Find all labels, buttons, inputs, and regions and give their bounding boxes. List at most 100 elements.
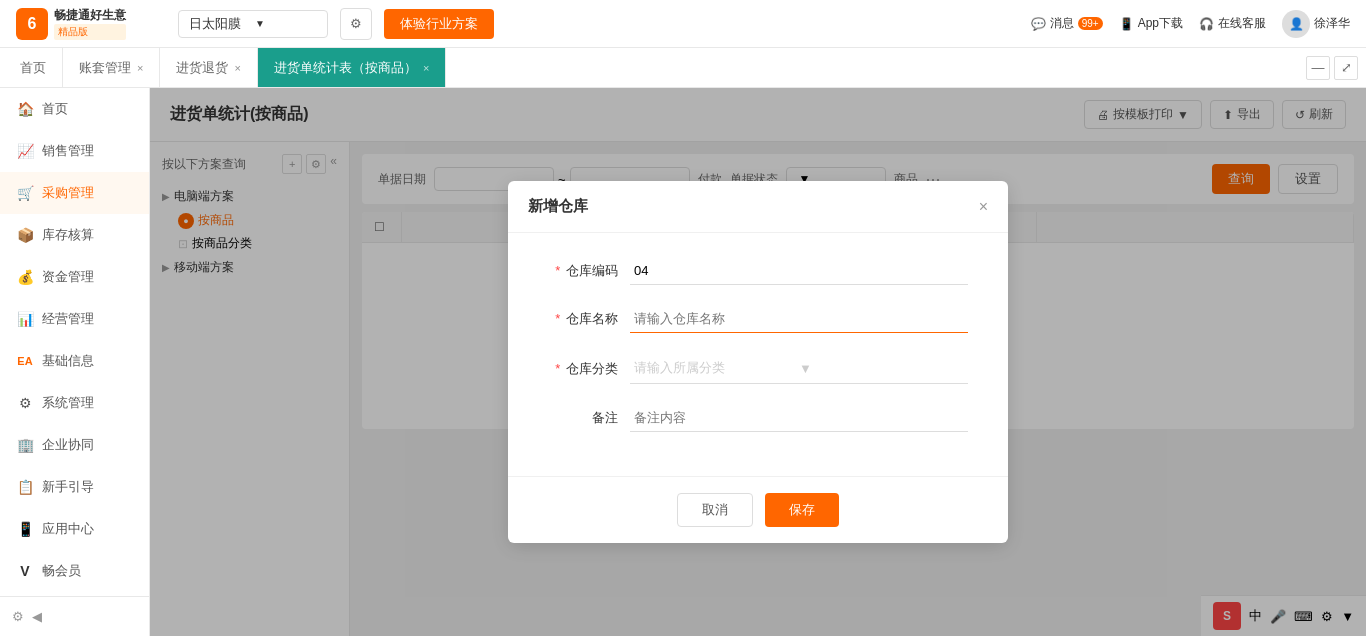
save-button[interactable]: 保存 bbox=[765, 493, 839, 527]
user-profile[interactable]: 👤 徐泽华 bbox=[1282, 10, 1350, 38]
dialog-header: 新增仓库 × bbox=[508, 181, 1008, 233]
sidebar-finance-label: 资金管理 bbox=[42, 268, 94, 286]
sidebar-item-basic-info[interactable]: EA 基础信息 bbox=[0, 340, 149, 382]
tab-purchase-return-label: 进货退货 bbox=[176, 59, 228, 77]
sidebar-purchase-label: 采购管理 bbox=[42, 184, 94, 202]
name-label: * 仓库名称 bbox=[548, 310, 618, 328]
sidebar-inventory-label: 库存核算 bbox=[42, 226, 94, 244]
avatar: 👤 bbox=[1282, 10, 1310, 38]
category-placeholder: 请输入所属分类 bbox=[634, 359, 799, 377]
sidebar: 🏠 首页 📈 销售管理 🛒 采购管理 📦 库存核算 💰 资金管理 📊 经营管理 … bbox=[0, 88, 150, 636]
online-service-item[interactable]: 🎧 在线客服 bbox=[1199, 15, 1266, 32]
finance-icon: 💰 bbox=[16, 268, 34, 286]
sidebar-operations-label: 经营管理 bbox=[42, 310, 94, 328]
members-icon: V bbox=[16, 562, 34, 580]
sidebar-item-enterprise[interactable]: 🏢 企业协同 bbox=[0, 424, 149, 466]
dialog-close-button[interactable]: × bbox=[979, 198, 988, 216]
dialog-footer: 取消 保存 bbox=[508, 476, 1008, 543]
category-label: * 仓库分类 bbox=[548, 360, 618, 378]
close-icon[interactable]: × bbox=[234, 62, 240, 74]
code-input[interactable] bbox=[630, 257, 968, 285]
dialog-body: * 仓库编码 * 仓库名称 bbox=[508, 233, 1008, 476]
tab-expand-button[interactable]: ⤢ bbox=[1334, 56, 1358, 80]
content-area: 进货单统计(按商品) 🖨 按模板打印 ▼ ⬆ 导出 ↺ 刷新 bbox=[150, 88, 1366, 636]
tab-accounts[interactable]: 账套管理 × bbox=[63, 48, 160, 87]
basic-info-icon: EA bbox=[16, 352, 34, 370]
tab-minimize-button[interactable]: — bbox=[1306, 56, 1330, 80]
inventory-icon: 📦 bbox=[16, 226, 34, 244]
sidebar-settings-icon[interactable]: ⚙ bbox=[12, 609, 24, 624]
sidebar-footer: ⚙ ◀ bbox=[0, 596, 149, 636]
sidebar-system-label: 系统管理 bbox=[42, 394, 94, 412]
apps-icon: 📱 bbox=[16, 520, 34, 538]
form-row-note: 备注 bbox=[548, 404, 968, 432]
tab-bar: 首页 账套管理 × 进货退货 × 进货单统计表（按商品） × — ⤢ bbox=[0, 48, 1366, 88]
purchase-icon: 🛒 bbox=[16, 184, 34, 202]
user-name: 徐泽华 bbox=[1314, 15, 1350, 32]
top-header: 6 畅捷通好生意 精品版 日太阳膜 ▼ ⚙ 体验行业方案 💬 消息 99+ 📱 … bbox=[0, 0, 1366, 48]
trial-button[interactable]: 体验行业方案 bbox=[384, 9, 494, 39]
new-warehouse-dialog: 新增仓库 × * 仓库编码 * bbox=[508, 181, 1008, 543]
sidebar-collapse-icon[interactable]: ◀ bbox=[32, 609, 42, 624]
sidebar-item-operations[interactable]: 📊 经营管理 bbox=[0, 298, 149, 340]
sales-icon: 📈 bbox=[16, 142, 34, 160]
app-download-item[interactable]: 📱 App下载 bbox=[1119, 15, 1183, 32]
tab-purchase-return[interactable]: 进货退货 × bbox=[160, 48, 257, 87]
sidebar-item-purchase[interactable]: 🛒 采购管理 bbox=[0, 172, 149, 214]
dialog-title: 新增仓库 bbox=[528, 197, 588, 216]
store-selector[interactable]: 日太阳膜 ▼ bbox=[178, 10, 328, 38]
tab-home[interactable]: 首页 bbox=[0, 48, 63, 87]
note-input[interactable] bbox=[630, 404, 968, 432]
tab-purchase-stats[interactable]: 进货单统计表（按商品） × bbox=[258, 48, 446, 87]
chevron-down-icon: ▼ bbox=[255, 18, 317, 29]
messages-item[interactable]: 💬 消息 99+ bbox=[1031, 15, 1103, 32]
close-icon[interactable]: × bbox=[423, 62, 429, 74]
tab-actions: — ⤢ bbox=[1298, 48, 1366, 87]
message-icon: 💬 bbox=[1031, 17, 1046, 31]
code-label: * 仓库编码 bbox=[548, 262, 618, 280]
sidebar-item-finance[interactable]: 💰 资金管理 bbox=[0, 256, 149, 298]
required-mark: * bbox=[555, 311, 560, 326]
cancel-button[interactable]: 取消 bbox=[677, 493, 753, 527]
header-right: 💬 消息 99+ 📱 App下载 🎧 在线客服 👤 徐泽华 bbox=[1031, 10, 1350, 38]
operations-icon: 📊 bbox=[16, 310, 34, 328]
enterprise-icon: 🏢 bbox=[16, 436, 34, 454]
name-input[interactable] bbox=[630, 305, 968, 333]
form-row-category: * 仓库分类 请输入所属分类 ▼ bbox=[548, 353, 968, 384]
required-mark: * bbox=[555, 361, 560, 376]
guide-icon: 📋 bbox=[16, 478, 34, 496]
sidebar-item-home[interactable]: 🏠 首页 bbox=[0, 88, 149, 130]
category-select[interactable]: 请输入所属分类 ▼ bbox=[630, 353, 968, 384]
close-icon[interactable]: × bbox=[137, 62, 143, 74]
logo-area: 6 畅捷通好生意 精品版 bbox=[16, 7, 166, 40]
sidebar-item-members[interactable]: V 畅会员 bbox=[0, 550, 149, 592]
sidebar-item-sales[interactable]: 📈 销售管理 bbox=[0, 130, 149, 172]
phone-icon: 📱 bbox=[1119, 17, 1134, 31]
modal-overlay: 新增仓库 × * 仓库编码 * bbox=[150, 88, 1366, 636]
sidebar-enterprise-label: 企业协同 bbox=[42, 436, 94, 454]
online-service-label: 在线客服 bbox=[1218, 15, 1266, 32]
sidebar-item-apps[interactable]: 📱 应用中心 bbox=[0, 508, 149, 550]
form-row-name: * 仓库名称 bbox=[548, 305, 968, 333]
main-layout: 🏠 首页 📈 销售管理 🛒 采购管理 📦 库存核算 💰 资金管理 📊 经营管理 … bbox=[0, 88, 1366, 636]
sidebar-item-guide[interactable]: 📋 新手引导 bbox=[0, 466, 149, 508]
store-name: 日太阳膜 bbox=[189, 15, 251, 33]
logo-icon: 6 bbox=[16, 8, 48, 40]
tab-home-label: 首页 bbox=[20, 59, 46, 77]
sidebar-members-label: 畅会员 bbox=[42, 562, 81, 580]
logo-abbr: 6 bbox=[28, 15, 37, 33]
form-row-code: * 仓库编码 bbox=[548, 257, 968, 285]
sidebar-item-system[interactable]: ⚙ 系统管理 bbox=[0, 382, 149, 424]
app-download-label: App下载 bbox=[1138, 15, 1183, 32]
sidebar-apps-label: 应用中心 bbox=[42, 520, 94, 538]
tab-accounts-label: 账套管理 bbox=[79, 59, 131, 77]
headset-icon: 🎧 bbox=[1199, 17, 1214, 31]
settings-button[interactable]: ⚙ bbox=[340, 8, 372, 40]
logo-badge: 精品版 bbox=[54, 24, 126, 40]
note-label: 备注 bbox=[548, 409, 618, 427]
sidebar-item-inventory[interactable]: 📦 库存核算 bbox=[0, 214, 149, 256]
tab-purchase-stats-label: 进货单统计表（按商品） bbox=[274, 59, 417, 77]
logo-text: 畅捷通好生意 精品版 bbox=[54, 7, 126, 40]
required-mark: * bbox=[555, 263, 560, 278]
sidebar-home-label: 首页 bbox=[42, 100, 68, 118]
